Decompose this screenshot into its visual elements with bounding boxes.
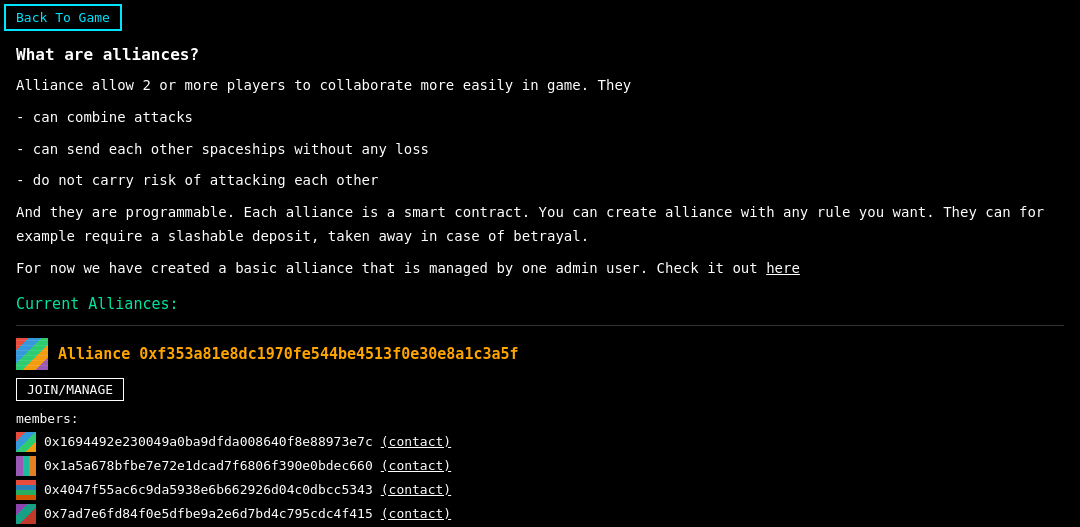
back-to-game-button[interactable]: Back To Game	[4, 4, 122, 31]
description-line-4: - do not carry risk of attacking each ot…	[16, 169, 1064, 193]
list-item: 0x4047f55ac6c9da5938e6b662926d04c0dbcc53…	[16, 480, 1064, 500]
member-avatar	[16, 432, 36, 452]
description-line-3: - can send each other spaceships without…	[16, 138, 1064, 162]
alliance-avatar	[16, 338, 48, 370]
member-avatar	[16, 480, 36, 500]
basic-alliance-prefix: For now we have created a basic alliance…	[16, 260, 766, 276]
list-item: 0x1a5a678bfbe7e72e1dcad7f6806f390e0bdec6…	[16, 456, 1064, 476]
contact-link[interactable]: (contact)	[381, 482, 451, 497]
description-line-2: - can combine attacks	[16, 106, 1064, 130]
member-address: 0x1694492e230049a0ba9dfda008640f8e88973e…	[44, 434, 373, 449]
list-item: 0x1694492e230049a0ba9dfda008640f8e88973e…	[16, 432, 1064, 452]
member-address: 0x4047f55ac6c9da5938e6b662926d04c0dbcc53…	[44, 482, 373, 497]
contact-link[interactable]: (contact)	[381, 506, 451, 521]
member-address: 0x1a5a678bfbe7e72e1dcad7f6806f390e0bdec6…	[44, 458, 373, 473]
alliance-name: Alliance 0xf353a81e8dc1970fe544be4513f0e…	[58, 345, 519, 363]
smart-contract-text: And they are programmable. Each alliance…	[16, 201, 1064, 249]
members-label: members:	[16, 411, 1064, 426]
alliance-section: Alliance 0xf353a81e8dc1970fe544be4513f0e…	[16, 325, 1064, 527]
basic-alliance-text: For now we have created a basic alliance…	[16, 257, 1064, 281]
join-manage-button[interactable]: JOIN/MANAGE	[16, 378, 124, 401]
member-avatar	[16, 456, 36, 476]
member-address: 0x7ad7e6fd84f0e5dfbe9a2e6d7bd4c795cdc4f4…	[44, 506, 373, 521]
current-alliances-title: Current Alliances:	[16, 295, 1064, 313]
contact-link[interactable]: (contact)	[381, 434, 451, 449]
member-avatar	[16, 504, 36, 524]
description-block: Alliance allow 2 or more players to coll…	[16, 74, 1064, 281]
list-item: 0x7ad7e6fd84f0e5dfbe9a2e6d7bd4c795cdc4f4…	[16, 504, 1064, 524]
alliance-header: Alliance 0xf353a81e8dc1970fe544be4513f0e…	[16, 338, 1064, 370]
contact-link[interactable]: (contact)	[381, 458, 451, 473]
description-line-1: Alliance allow 2 or more players to coll…	[16, 74, 1064, 98]
page-title: What are alliances?	[16, 45, 1064, 64]
here-link[interactable]: here	[766, 260, 800, 276]
